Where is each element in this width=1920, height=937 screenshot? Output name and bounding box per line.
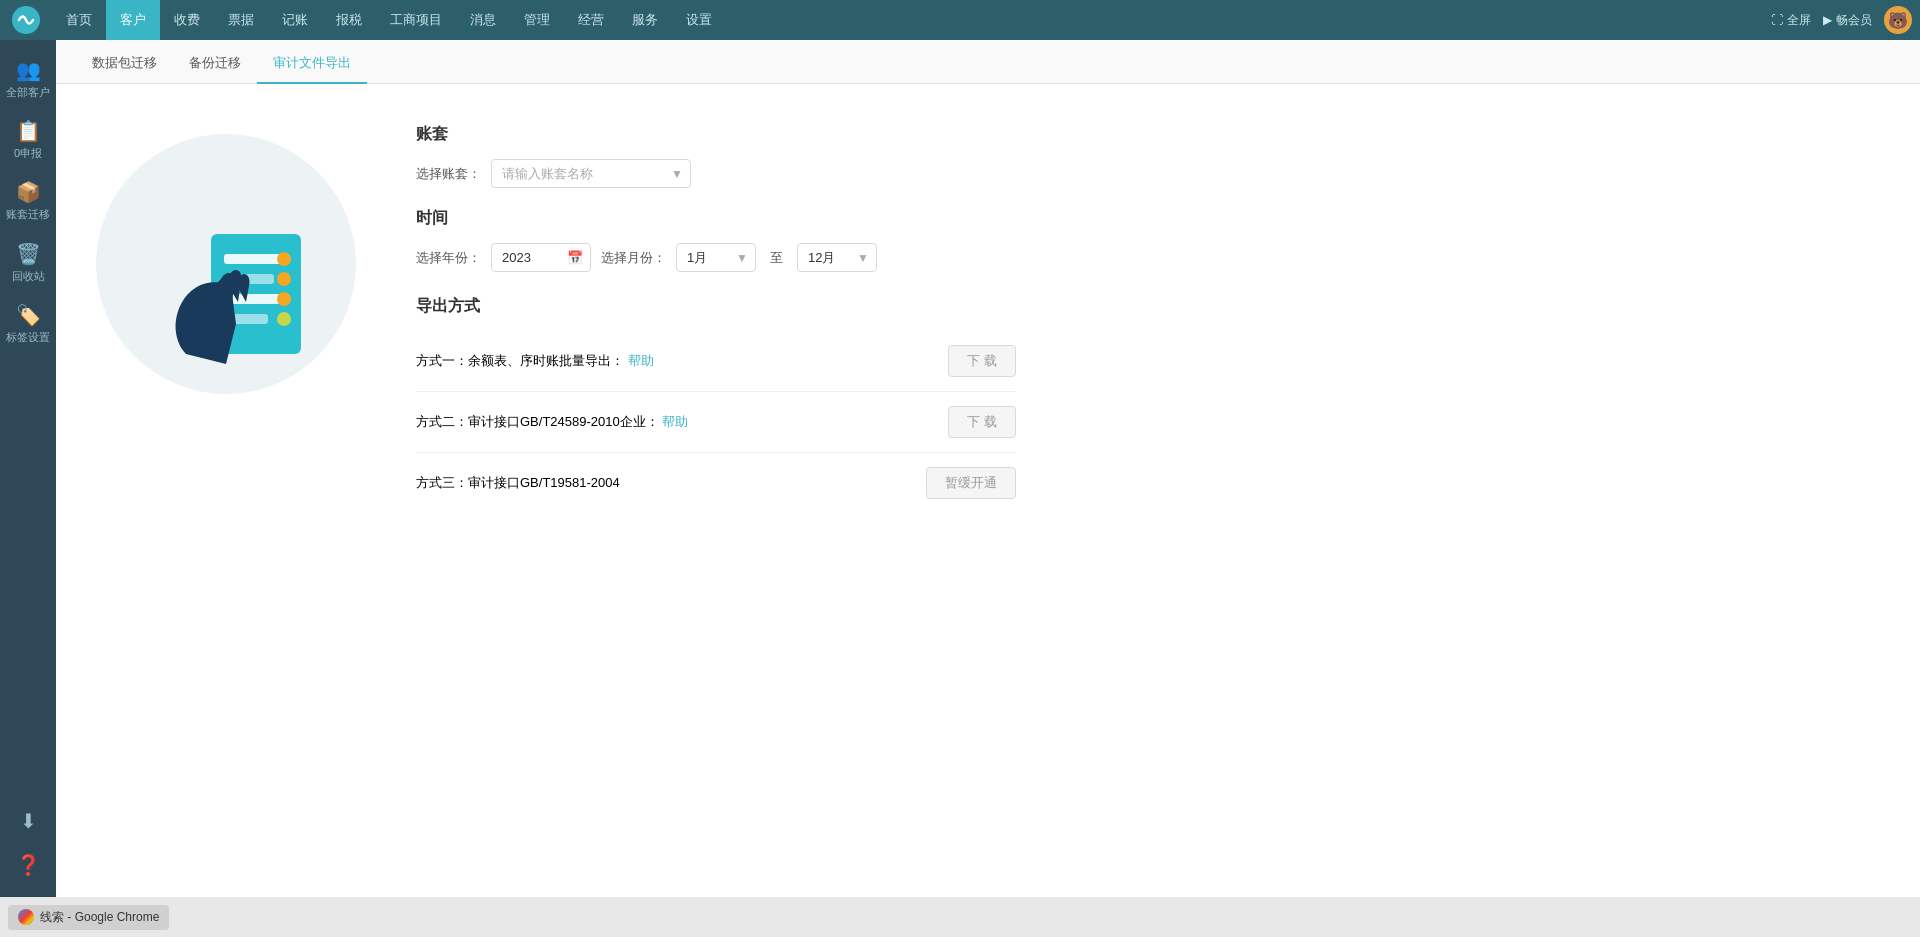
sidebar-label-tag: 标签设置 bbox=[6, 331, 50, 344]
taskbar-chrome-item[interactable]: 线索 - Google Chrome bbox=[8, 905, 169, 930]
sub-tabs: 数据包迁移 备份迁移 审计文件导出 bbox=[56, 40, 1920, 84]
avatar[interactable]: 🐻 bbox=[1884, 6, 1912, 34]
export-method-3-coming-soon-button: 暂缓开通 bbox=[926, 467, 1016, 499]
sidebar-download-button[interactable]: ⬇ bbox=[0, 801, 56, 841]
tab-data-package[interactable]: 数据包迁移 bbox=[76, 44, 173, 84]
illustration-circle bbox=[96, 134, 356, 394]
year-label: 选择年份： bbox=[416, 249, 481, 267]
nav-service[interactable]: 服务 bbox=[618, 0, 672, 40]
audit-illustration bbox=[126, 164, 326, 364]
content-area: 数据包迁移 备份迁移 审计文件导出 bbox=[56, 40, 1920, 897]
svg-point-6 bbox=[277, 252, 291, 266]
month-end-select[interactable]: 1月2月3月 4月5月6月 7月8月9月 10月11月12月 bbox=[797, 243, 877, 272]
account-select[interactable]: 请输入账套名称 bbox=[491, 159, 691, 188]
nav-customer[interactable]: 客户 bbox=[106, 0, 160, 40]
play-icon: ▶ bbox=[1823, 13, 1832, 27]
sidebar-label-zero-declaration: 0申报 bbox=[14, 147, 42, 160]
account-select-row: 选择账套： 请输入账套名称 ▼ bbox=[416, 159, 1016, 188]
export-method-1-text: 方式一：余额表、序时账批量导出： bbox=[416, 353, 624, 368]
nav-settings[interactable]: 设置 bbox=[672, 0, 726, 40]
nav-bookkeeping[interactable]: 记账 bbox=[268, 0, 322, 40]
sidebar-item-zero-declaration[interactable]: 📋 0申报 bbox=[0, 109, 56, 170]
sidebar-item-account-migration[interactable]: 📦 账套迁移 bbox=[0, 170, 56, 231]
export-method-1: 方式一：余额表、序时账批量导出： 帮助 下 载 bbox=[416, 331, 1016, 392]
export-section: 导出方式 方式一：余额表、序时账批量导出： 帮助 下 载 方式二：审计接口GB/… bbox=[416, 296, 1016, 513]
fullscreen-button[interactable]: ⛶ 全屏 bbox=[1771, 12, 1811, 29]
nav-business[interactable]: 工商项目 bbox=[376, 0, 456, 40]
chrome-icon bbox=[18, 909, 34, 925]
time-row: 选择年份： 📅 选择月份： 1月2月3月 4月5月6月 7月8月9月 10月11 bbox=[416, 243, 1016, 272]
nav-manage[interactable]: 管理 bbox=[510, 0, 564, 40]
export-method-2-download-button[interactable]: 下 载 bbox=[948, 406, 1016, 438]
sidebar-item-recycle[interactable]: 🗑️ 回收站 bbox=[0, 232, 56, 293]
sidebar-help-button[interactable]: ❓ bbox=[0, 845, 56, 885]
month-end-select-wrapper: 1月2月3月 4月5月6月 7月8月9月 10月11月12月 ▼ bbox=[797, 243, 877, 272]
migration-icon: 📦 bbox=[16, 180, 41, 204]
svg-point-9 bbox=[277, 312, 291, 326]
sidebar-label-migration: 账套迁移 bbox=[6, 208, 50, 221]
export-method-3: 方式三：审计接口GB/T19581-2004 暂缓开通 bbox=[416, 453, 1016, 513]
export-method-1-help[interactable]: 帮助 bbox=[628, 353, 654, 368]
svg-point-8 bbox=[277, 292, 291, 306]
account-select-label: 选择账套： bbox=[416, 165, 481, 183]
tag-icon: 🏷️ bbox=[16, 303, 41, 327]
svg-point-7 bbox=[277, 272, 291, 286]
tab-audit-export[interactable]: 审计文件导出 bbox=[257, 44, 367, 84]
logo bbox=[8, 2, 44, 38]
main-layout: 👥 全部客户 📋 0申报 📦 账套迁移 🗑️ 回收站 🏷️ 标签设置 ⬇ ❓ 数… bbox=[0, 40, 1920, 897]
to-label: 至 bbox=[770, 249, 783, 267]
illustration-area bbox=[96, 134, 356, 394]
export-method-3-text: 方式三：审计接口GB/T19581-2004 bbox=[416, 475, 620, 490]
time-section: 时间 选择年份： 📅 选择月份： 1月2月3月 4月5月6月 7月 bbox=[416, 208, 1016, 272]
tab-backup[interactable]: 备份迁移 bbox=[173, 44, 257, 84]
sidebar-label-recycle: 回收站 bbox=[12, 270, 45, 283]
month-start-select[interactable]: 1月2月3月 4月5月6月 7月8月9月 10月11月12月 bbox=[676, 243, 756, 272]
export-method-3-label: 方式三：审计接口GB/T19581-2004 bbox=[416, 474, 620, 492]
customers-icon: 👥 bbox=[16, 58, 41, 82]
top-navigation: 首页 客户 收费 票据 记账 报税 工商项目 消息 管理 经营 服务 设置 ⛶ … bbox=[0, 0, 1920, 40]
year-input[interactable] bbox=[491, 243, 591, 272]
export-method-2: 方式二：审计接口GB/T24589-2010企业： 帮助 下 载 bbox=[416, 392, 1016, 453]
time-section-title: 时间 bbox=[416, 208, 1016, 229]
month-start-label: 选择月份： bbox=[601, 249, 666, 267]
sidebar-label-all-customers: 全部客户 bbox=[6, 86, 50, 99]
sidebar-item-tag[interactable]: 🏷️ 标签设置 bbox=[0, 293, 56, 354]
nav-fees[interactable]: 收费 bbox=[160, 0, 214, 40]
nav-invoice[interactable]: 票据 bbox=[214, 0, 268, 40]
main-content-body: 账套 选择账套： 请输入账套名称 ▼ 时间 选择年份： bbox=[56, 84, 1920, 897]
sidebar: 👥 全部客户 📋 0申报 📦 账套迁移 🗑️ 回收站 🏷️ 标签设置 ⬇ ❓ bbox=[0, 40, 56, 897]
recycle-icon: 🗑️ bbox=[16, 242, 41, 266]
account-section-title: 账套 bbox=[416, 124, 1016, 145]
declaration-icon: 📋 bbox=[16, 119, 41, 143]
sidebar-bottom: ⬇ ❓ bbox=[0, 801, 56, 897]
fullscreen-label: 全屏 bbox=[1787, 12, 1811, 29]
export-method-1-download-button[interactable]: 下 载 bbox=[948, 345, 1016, 377]
nav-tax[interactable]: 报税 bbox=[322, 0, 376, 40]
taskbar: 线索 - Google Chrome bbox=[0, 897, 1920, 937]
nav-items: 首页 客户 收费 票据 记账 报税 工商项目 消息 管理 经营 服务 设置 bbox=[52, 0, 1771, 40]
export-method-2-text: 方式二：审计接口GB/T24589-2010企业： bbox=[416, 414, 659, 429]
export-method-1-label: 方式一：余额表、序时账批量导出： 帮助 bbox=[416, 352, 654, 370]
account-select-wrapper: 请输入账套名称 ▼ bbox=[491, 159, 691, 188]
membership-button[interactable]: ▶ 畅会员 bbox=[1823, 12, 1872, 29]
taskbar-chrome-label: 线索 - Google Chrome bbox=[40, 909, 159, 926]
top-nav-right: ⛶ 全屏 ▶ 畅会员 🐻 bbox=[1771, 6, 1912, 34]
form-area: 账套 选择账套： 请输入账套名称 ▼ 时间 选择年份： bbox=[416, 114, 1016, 513]
fullscreen-icon: ⛶ bbox=[1771, 13, 1783, 27]
export-method-2-help[interactable]: 帮助 bbox=[662, 414, 688, 429]
nav-message[interactable]: 消息 bbox=[456, 0, 510, 40]
nav-operation[interactable]: 经营 bbox=[564, 0, 618, 40]
sidebar-item-all-customers[interactable]: 👥 全部客户 bbox=[0, 48, 56, 109]
membership-label: 畅会员 bbox=[1836, 12, 1872, 29]
export-section-title: 导出方式 bbox=[416, 296, 1016, 317]
month-start-select-wrapper: 1月2月3月 4月5月6月 7月8月9月 10月11月12月 ▼ bbox=[676, 243, 756, 272]
nav-home[interactable]: 首页 bbox=[52, 0, 106, 40]
export-method-2-label: 方式二：审计接口GB/T24589-2010企业： 帮助 bbox=[416, 413, 688, 431]
year-input-wrapper: 📅 bbox=[491, 243, 591, 272]
